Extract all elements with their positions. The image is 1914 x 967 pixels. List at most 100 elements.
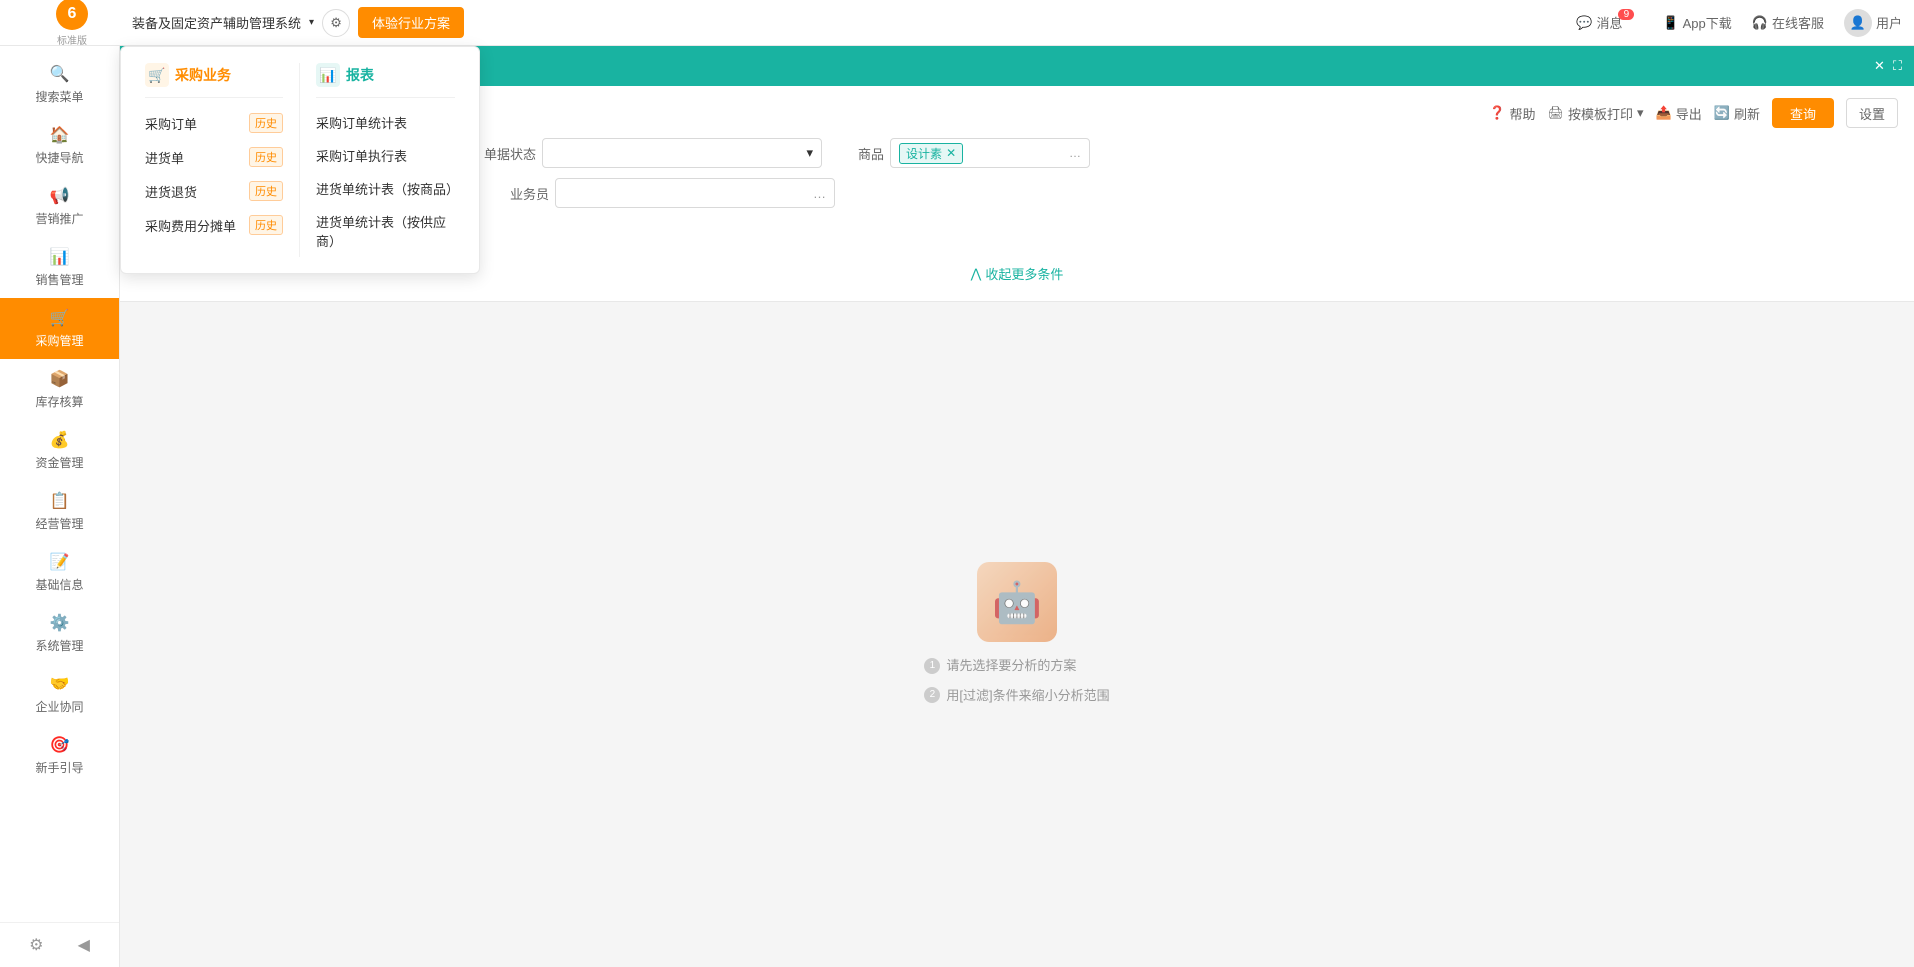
print-dropdown-icon: ▾: [1637, 105, 1644, 121]
sidebar-purchase-label: 采购管理: [35, 332, 83, 349]
top-bar-right: 💬 消息 9 📱 App下载 🎧 在线客服 👤 用户: [1576, 9, 1902, 37]
app-download-button[interactable]: 📱 App下载: [1662, 13, 1731, 32]
help-button[interactable]: ❓ 帮助: [1489, 98, 1535, 128]
menu-item-purchase-order[interactable]: 采购订单 历史: [145, 106, 283, 140]
menu-item-incoming[interactable]: 进货单 历史: [145, 140, 283, 174]
headset-icon: 🎧: [1752, 15, 1768, 31]
help-label: 帮助: [1509, 104, 1535, 123]
export-icon: 📤: [1656, 105, 1672, 121]
purchase-col-icon: 🛒: [145, 63, 169, 87]
refresh-label: 刷新: [1734, 104, 1760, 123]
system-dropdown-arrow[interactable]: ▾: [309, 17, 314, 28]
goods-filter: 商品 设计素 ✕ …: [858, 138, 1090, 168]
goods-tag-text: 设计素: [906, 145, 942, 162]
basic-icon: 📝: [50, 552, 70, 572]
return-label: 进货退货: [145, 182, 197, 201]
sidebar-collapse-icon[interactable]: ◀: [78, 935, 90, 955]
doc-status-label: 单据状态: [484, 144, 536, 163]
salesperson-filter: 业务员 …: [510, 178, 835, 208]
sidebar-item-system[interactable]: ⚙️ 系统管理: [0, 603, 119, 664]
incoming-label: 进货单: [145, 148, 184, 167]
sidebar-item-basic[interactable]: 📝 基础信息: [0, 542, 119, 603]
goods-label: 商品: [858, 144, 884, 163]
online-service-button[interactable]: 🎧 在线客服: [1752, 13, 1824, 32]
sidebar-item-sales[interactable]: 📊 销售管理: [0, 237, 119, 298]
query-button[interactable]: 查询: [1772, 98, 1834, 128]
empty-state: 🤖 1 请先选择要分析的方案 2 用[过滤]条件来缩小分析范围: [924, 562, 1109, 707]
menu-item-order-stats[interactable]: 采购订单统计表: [316, 106, 455, 139]
sidebar-item-marketing[interactable]: 📢 营销推广: [0, 176, 119, 237]
empty-hints: 1 请先选择要分析的方案 2 用[过滤]条件来缩小分析范围: [924, 654, 1109, 707]
print-label: 按模板打印: [1568, 104, 1633, 123]
refresh-button[interactable]: 🔄 刷新: [1714, 98, 1760, 128]
top-bar: 6 标准版 装备及固定资产辅助管理系统 ▾ ⚙ 体验行业方案 💬 消息 9 📱 …: [0, 0, 1914, 46]
sidebar-collab-label: 企业协同: [35, 698, 83, 715]
sidebar-item-collab[interactable]: 🤝 企业协同: [0, 664, 119, 725]
sidebar-item-purchase[interactable]: 🛒 采购管理: [0, 298, 119, 359]
sidebar-settings-icon[interactable]: ⚙: [29, 935, 43, 955]
logo-text: 标准版: [57, 32, 87, 47]
expense-label: 采购费用分摊单: [145, 216, 236, 235]
expense-history-tag: 历史: [249, 215, 283, 235]
marketing-icon: 📢: [50, 186, 70, 206]
tab-bar-right: ✕ ⛶: [1874, 58, 1914, 74]
sidebar-item-operations[interactable]: 📋 经营管理: [0, 481, 119, 542]
system-icon: ⚙️: [50, 613, 70, 633]
doc-status-filter: 单据状态 ▾: [484, 138, 822, 168]
settings-button[interactable]: 设置: [1846, 98, 1898, 128]
incoming-stats-supplier-label: 进货单统计表（按供应商）: [316, 212, 455, 250]
tab-expand-icon[interactable]: ⛶: [1893, 58, 1902, 74]
system-info: 装备及固定资产辅助管理系统 ▾ ⚙ 体验行业方案: [132, 7, 464, 38]
report-col-icon: 📊: [316, 63, 340, 87]
menu-item-incoming-stats-goods[interactable]: 进货单统计表（按商品）: [316, 172, 455, 205]
incoming-history-tag: 历史: [249, 147, 283, 167]
home-icon: 🏠: [50, 125, 70, 145]
print-button[interactable]: 🖨 按模板打印 ▾: [1548, 98, 1644, 128]
user-button[interactable]: 👤 用户: [1844, 9, 1902, 37]
search-icon: 🔍: [50, 64, 70, 84]
sidebar-operations-label: 经营管理: [35, 515, 83, 532]
sidebar-item-search[interactable]: 🔍 搜索菜单: [0, 54, 119, 115]
refresh-icon: 🔄: [1714, 105, 1730, 121]
sidebar-search-label: 搜索菜单: [35, 88, 83, 105]
purchase-order-history-tag: 历史: [249, 113, 283, 133]
tab-close-all-icon[interactable]: ✕: [1874, 58, 1885, 74]
sidebar-guide-label: 新手引导: [35, 759, 83, 776]
goods-tag-close[interactable]: ✕: [946, 146, 956, 160]
sidebar-item-home[interactable]: 🏠 快捷导航: [0, 115, 119, 176]
sidebar: 🔍 搜索菜单 🏠 快捷导航 📢 营销推广 📊 销售管理 🛒 采购管理 📦 库存核…: [0, 46, 120, 967]
purchase-report-col: 📊 报表 采购订单统计表 采购订单执行表 进货单统计表（按商品） 进货单统计表（…: [300, 63, 463, 257]
salesperson-select[interactable]: …: [555, 178, 835, 208]
step-2-num: 2: [924, 687, 940, 703]
return-history-tag: 历史: [249, 181, 283, 201]
empty-illustration: 🤖: [977, 562, 1057, 642]
salesperson-label: 业务员: [510, 184, 549, 203]
doc-status-arrow: ▾: [807, 145, 814, 161]
menu-item-expense[interactable]: 采购费用分摊单 历史: [145, 208, 283, 242]
app-download-label: App下载: [1683, 13, 1732, 32]
sidebar-item-inventory[interactable]: 📦 库存核算: [0, 359, 119, 420]
goods-select[interactable]: 设计素 ✕ …: [890, 138, 1090, 168]
sidebar-home-label: 快捷导航: [35, 149, 83, 166]
export-button[interactable]: 📤 导出: [1656, 98, 1702, 128]
menu-item-order-exec[interactable]: 采购订单执行表: [316, 139, 455, 172]
purchase-business-col: 🛒 采购业务 采购订单 历史 进货单 历史 进货退货 历史 采购费用分摊单 历史: [137, 63, 300, 257]
sidebar-marketing-label: 营销推广: [35, 210, 83, 227]
goods-tag: 设计素 ✕: [899, 143, 963, 164]
industry-button[interactable]: 体验行业方案: [358, 7, 464, 38]
online-service-label: 在线客服: [1772, 13, 1824, 32]
message-icon: 💬: [1576, 15, 1592, 31]
gear-button[interactable]: ⚙: [322, 9, 350, 37]
message-badge: 9: [1618, 9, 1634, 20]
goods-more: …: [1069, 146, 1081, 160]
sidebar-item-guide[interactable]: 🎯 新手引导: [0, 725, 119, 786]
purchase-col-label: 采购业务: [175, 65, 231, 85]
menu-item-incoming-stats-supplier[interactable]: 进货单统计表（按供应商）: [316, 205, 455, 257]
purchase-dropdown-menu: 🛒 采购业务 采购订单 历史 进货单 历史 进货退货 历史 采购费用分摊单 历史…: [120, 46, 480, 274]
export-label: 导出: [1676, 104, 1702, 123]
message-button[interactable]: 💬 消息 9: [1576, 13, 1642, 32]
sales-icon: 📊: [50, 247, 70, 267]
doc-status-select[interactable]: ▾: [542, 138, 822, 168]
menu-item-return[interactable]: 进货退货 历史: [145, 174, 283, 208]
sidebar-item-finance[interactable]: 💰 资金管理: [0, 420, 119, 481]
